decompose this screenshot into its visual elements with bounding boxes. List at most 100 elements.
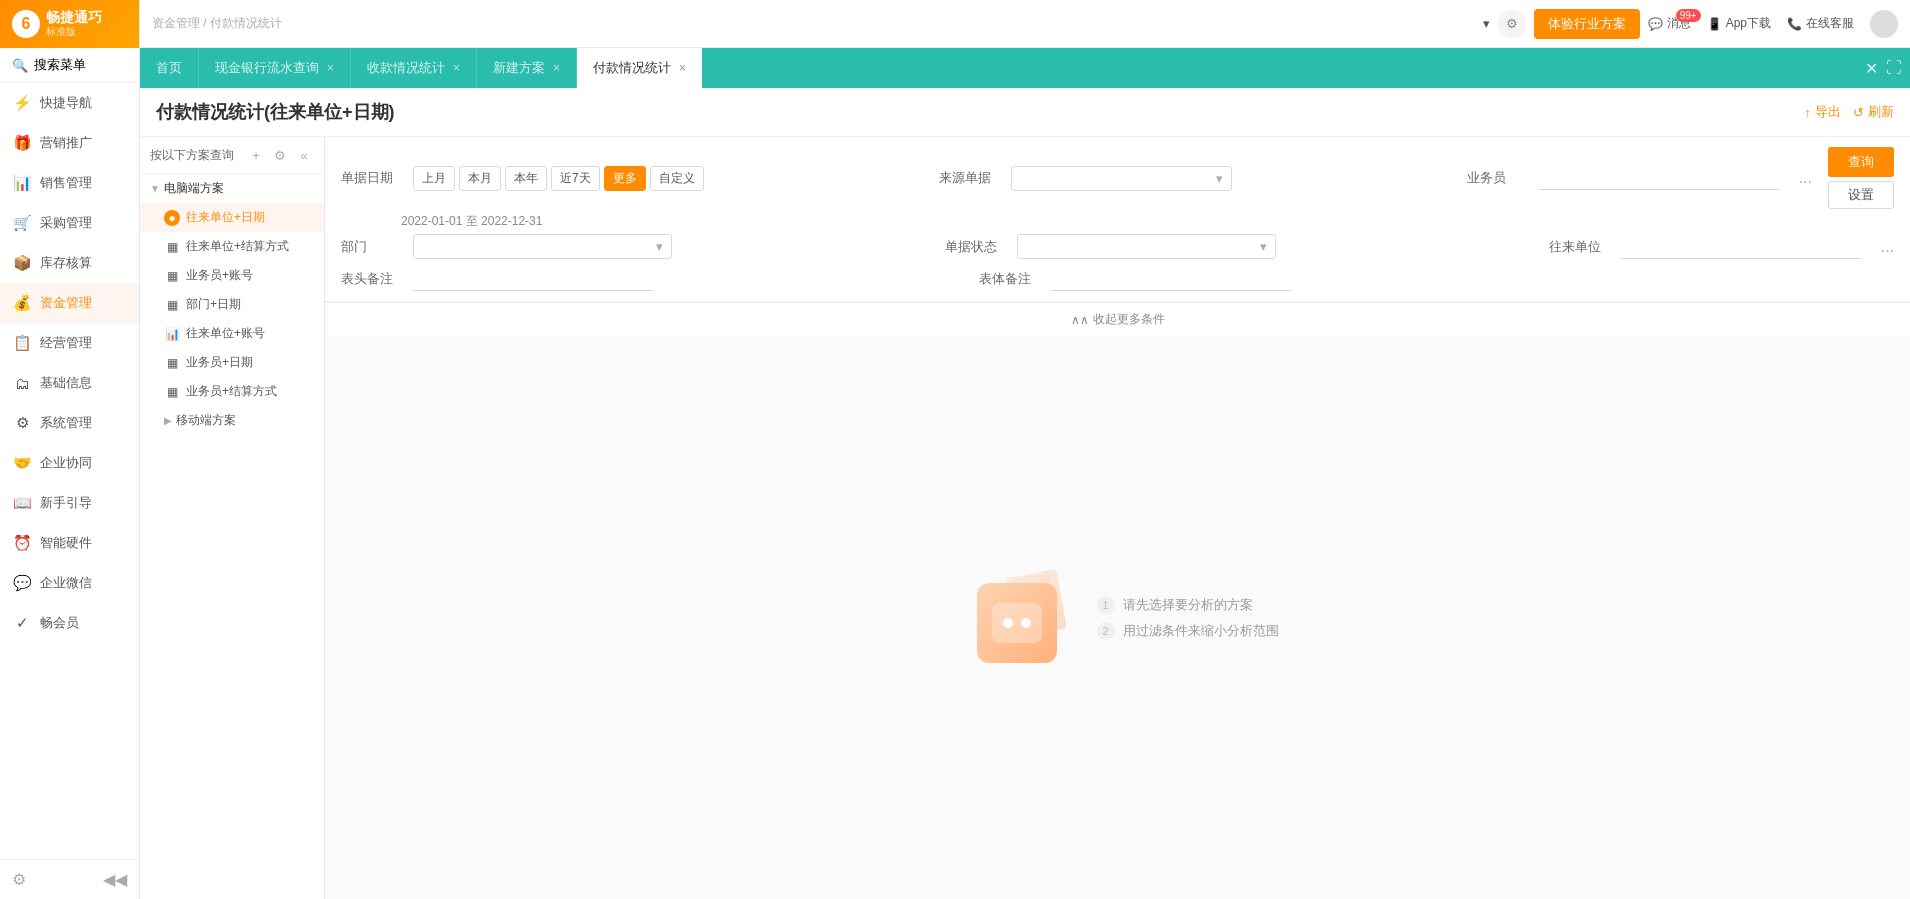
query-settings-group: 查询 设置 [1828, 147, 1894, 209]
date-btn-this-year[interactable]: 本年 [505, 166, 547, 191]
settings-btn[interactable]: 设置 [1828, 181, 1894, 209]
refresh-btn[interactable]: ↺ 刷新 [1853, 103, 1894, 121]
sidebar-item-wechat[interactable]: 💬 企业微信 [0, 563, 139, 603]
dept-select[interactable]: ▾ [413, 234, 672, 259]
header-settings-icon[interactable]: ⚙ [1498, 10, 1526, 38]
sidebar-search[interactable]: 🔍 搜索菜单 [0, 48, 139, 83]
tab-new[interactable]: 新建方案 × [477, 48, 577, 88]
scheme-icon-6: ▦ [164, 355, 180, 371]
scheme-desktop-title[interactable]: ▼ 电脑端方案 [140, 174, 324, 203]
sidebar-item-stock[interactable]: 📦 库存核算 [0, 243, 139, 283]
voucher-status-label: 单据状态 [945, 238, 1001, 256]
date-btn-this-month[interactable]: 本月 [459, 166, 501, 191]
table-body-note-input[interactable] [1051, 267, 1291, 291]
content-body: 按以下方案查询 + ⚙ « ▼ 电脑端方案 ● 往来单位+日期 [140, 137, 1910, 899]
filter-form: 单据日期 上月 本月 本年 近7天 更多 自定义 来源单据 [325, 137, 1910, 302]
export-icon: ↑ [1805, 105, 1812, 120]
counterparty-dots[interactable]: ... [1881, 238, 1894, 256]
page-title: 付款情况统计(往来单位+日期) [156, 100, 395, 124]
salesperson-input[interactable] [1539, 166, 1779, 190]
tab-new-close[interactable]: × [553, 61, 560, 75]
user-avatar[interactable] [1870, 10, 1898, 38]
logo-icon: 6 [12, 10, 40, 38]
scheme-item-counterparty-account[interactable]: 📊 往来单位+账号 [140, 319, 324, 348]
tab-bank-close[interactable]: × [327, 61, 334, 75]
sidebar-collapse-icon[interactable]: ◀◀ [103, 870, 127, 889]
tab-payment-close[interactable]: × [679, 61, 686, 75]
online-service-btn[interactable]: 📞 在线客服 [1787, 15, 1854, 32]
robot-body [977, 583, 1057, 663]
header-dropdown[interactable]: ▾ [1483, 16, 1490, 31]
dept-arrow: ▾ [656, 239, 663, 254]
scheme-item-salesperson-payment[interactable]: ▦ 业务员+结算方式 [140, 377, 324, 406]
sidebar-item-purchase[interactable]: 🛒 采购管理 [0, 203, 139, 243]
robot-eye-left [1003, 618, 1013, 628]
tab-close-all-icon[interactable]: ✕ [1865, 59, 1878, 78]
sidebar-item-label: 基础信息 [40, 374, 92, 392]
sidebar-item-member[interactable]: ✓ 畅会员 [0, 603, 139, 643]
date-btn-7days[interactable]: 近7天 [551, 166, 600, 191]
sidebar-search-label: 搜索菜单 [34, 56, 86, 74]
empty-hint-1: 1 请先选择要分析的方案 [1097, 596, 1279, 614]
scheme-settings-btn[interactable]: ⚙ [270, 145, 290, 165]
sidebar-item-label: 资金管理 [40, 294, 92, 312]
top-header: 资金管理 / 付款情况统计 ▾ ⚙ 体验行业方案 💬 消息 99+ 📱 App下… [140, 0, 1910, 48]
sidebar-item-quicknav[interactable]: ⚡ 快捷导航 [0, 83, 139, 123]
sidebar-item-marketing[interactable]: 🎁 营销推广 [0, 123, 139, 163]
message-badge: 99+ [1676, 9, 1701, 22]
sidebar-item-label: 畅会员 [40, 614, 79, 632]
message-icon: 💬 [1648, 17, 1663, 31]
table-header-note-input[interactable] [413, 267, 653, 291]
sidebar-item-finance[interactable]: 💰 资金管理 [0, 283, 139, 323]
messages-btn[interactable]: 💬 消息 99+ [1648, 15, 1691, 32]
salesperson-dots[interactable]: ... [1799, 169, 1812, 187]
counterparty-input[interactable] [1621, 235, 1861, 259]
enterprise-icon: 🤝 [12, 453, 32, 473]
desktop-arrow-icon: ▼ [150, 183, 160, 194]
sidebar-settings-icon[interactable]: ⚙ [12, 870, 26, 889]
tab-bank-label: 现金银行流水查询 [215, 59, 319, 77]
filter-row-1: 单据日期 上月 本月 本年 近7天 更多 自定义 来源单据 [341, 147, 1894, 209]
table-body-note-label: 表体备注 [979, 270, 1035, 288]
date-btn-last-month[interactable]: 上月 [413, 166, 455, 191]
voucher-status-select[interactable]: ▾ [1017, 234, 1276, 259]
tab-expand-icon[interactable]: ⛶ [1886, 59, 1902, 77]
date-btn-custom[interactable]: 自定义 [650, 166, 704, 191]
scheme-mobile-group[interactable]: ▶ 移动端方案 [140, 406, 324, 435]
sidebar-item-sales[interactable]: 📊 销售管理 [0, 163, 139, 203]
scheme-item-salesperson-account[interactable]: ▦ 业务员+账号 [140, 261, 324, 290]
date-btn-more[interactable]: 更多 [604, 166, 646, 191]
source-voucher-select[interactable]: ▾ [1011, 166, 1232, 191]
scheme-item-counterparty-date[interactable]: ● 往来单位+日期 [140, 203, 324, 232]
sidebar-item-hardware[interactable]: ⏰ 智能硬件 [0, 523, 139, 563]
refresh-label: 刷新 [1868, 103, 1894, 121]
app-download-btn[interactable]: 📱 App下载 [1707, 15, 1771, 32]
scheme-add-btn[interactable]: + [246, 145, 266, 165]
tab-home[interactable]: 首页 [140, 48, 199, 88]
sidebar-item-guide[interactable]: 📖 新手引导 [0, 483, 139, 523]
query-btn[interactable]: 查询 [1828, 147, 1894, 177]
collapse-btn[interactable]: ∧∧ 收起更多条件 [325, 302, 1910, 336]
scheme-panel-header-actions: + ⚙ « [246, 145, 314, 165]
page-content: 付款情况统计(往来单位+日期) ↑ 导出 ↺ 刷新 按以下方案查询 + [140, 88, 1910, 899]
robot-eye-right [1021, 618, 1031, 628]
trial-btn[interactable]: 体验行业方案 [1534, 9, 1640, 39]
sidebar-item-basic[interactable]: 🗂 基础信息 [0, 363, 139, 403]
scheme-item-salesperson-date[interactable]: ▦ 业务员+日期 [140, 348, 324, 377]
scheme-item-counterparty-payment[interactable]: ▦ 往来单位+结算方式 [140, 232, 324, 261]
hint-label-1: 请先选择要分析的方案 [1123, 596, 1253, 614]
tab-receipt[interactable]: 收款情况统计 × [351, 48, 477, 88]
hint-num-1: 1 [1097, 596, 1115, 614]
source-voucher-label: 来源单据 [939, 169, 995, 187]
tab-bank[interactable]: 现金银行流水查询 × [199, 48, 351, 88]
sidebar-item-enterprise[interactable]: 🤝 企业协同 [0, 443, 139, 483]
marketing-icon: 🎁 [12, 133, 32, 153]
tab-payment[interactable]: 付款情况统计 × [577, 48, 702, 88]
scheme-collapse-btn[interactable]: « [294, 145, 314, 165]
scheme-item-dept-date[interactable]: ▦ 部门+日期 [140, 290, 324, 319]
sidebar-item-system[interactable]: ⚙ 系统管理 [0, 403, 139, 443]
tab-receipt-close[interactable]: × [453, 61, 460, 75]
export-btn[interactable]: ↑ 导出 [1805, 103, 1842, 121]
member-icon: ✓ [12, 613, 32, 633]
sidebar-item-operation[interactable]: 📋 经营管理 [0, 323, 139, 363]
